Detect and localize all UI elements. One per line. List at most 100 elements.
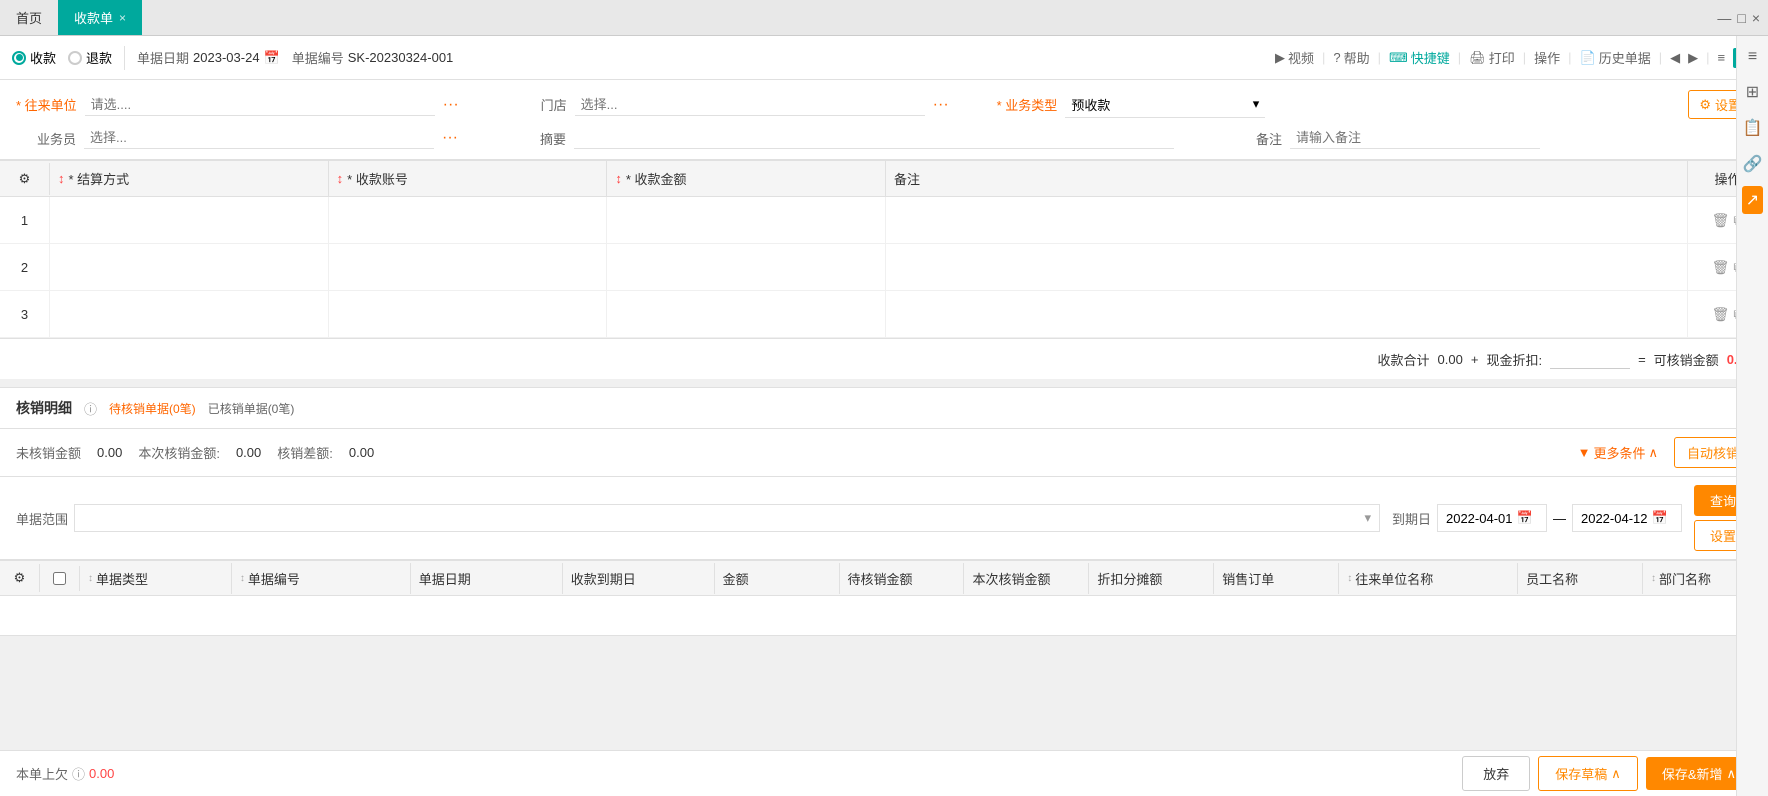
toolbar-actions: ▶ 视频 | ? 帮助 | ⌨ 快捷键 | 🖨 打印 | 操作 | 📄 历史单据… xyxy=(1275,48,1756,68)
operations-action[interactable]: 操作 xyxy=(1534,48,1560,67)
biz-type-label: * 业务类型 xyxy=(997,95,1058,114)
help-action[interactable]: ? 帮助 xyxy=(1333,48,1369,67)
row-3-delete-icon[interactable]: 🗑 xyxy=(1712,306,1730,323)
biz-type-value: 预收款 xyxy=(1071,95,1110,114)
date-field: 单据日期 2023-03-24 📅 xyxy=(137,48,280,67)
tab-bar-actions: — □ × xyxy=(1717,10,1768,26)
history-label: 历史单据 xyxy=(1599,48,1651,67)
store-label: 门店 xyxy=(507,95,567,114)
date-value: 2023-03-24 xyxy=(193,50,260,65)
filter-row: 单据范围 ▾ 到期日 2022-04-01 📅 — 2022-04-12 📅 xyxy=(0,477,1768,560)
shortcut-label: 快捷键 xyxy=(1411,48,1450,67)
abandon-button[interactable]: 放弃 xyxy=(1462,756,1530,791)
sidebar-icon-3[interactable]: 📋 xyxy=(1739,114,1767,142)
prev-action[interactable]: ◀ xyxy=(1670,50,1680,66)
row-3-account[interactable] xyxy=(329,291,608,337)
row-1-amount[interactable] xyxy=(607,197,886,243)
page-footer: 本单上欠 ⓘ 0.00 放弃 保存草稿 ∧ 保存&新增 ∧ xyxy=(0,750,1768,796)
store-more-icon[interactable]: ··· xyxy=(933,96,949,114)
bth-gear[interactable]: ⚙ xyxy=(0,564,40,592)
right-sidebar: ≡ ⊞ 📋 🔗 ↗ xyxy=(1736,36,1768,796)
row-1-settle[interactable] xyxy=(50,197,329,243)
bth-check[interactable] xyxy=(40,566,80,591)
print-action[interactable]: 🖨 打印 xyxy=(1469,48,1515,67)
form-area: * 往来单位 ··· 门店 ··· * 业务类型 预收款 ▾ ⚙ 设置 业务员 … xyxy=(0,80,1768,160)
col-this-label: 本次核销金额 xyxy=(972,569,1050,588)
diff-value: 0.00 xyxy=(349,445,374,460)
store-input[interactable] xyxy=(575,94,925,116)
filter-icon: ▼ xyxy=(1578,445,1591,460)
bth-duedate: 收款到期日 xyxy=(563,563,715,594)
row-1-delete-icon[interactable]: 🗑 xyxy=(1712,212,1730,229)
unit-input[interactable] xyxy=(85,94,435,116)
more-conditions-btn[interactable]: ▼ 更多条件 ∧ xyxy=(1578,443,1658,462)
receipt-radio-inner xyxy=(16,54,23,61)
abstract-input[interactable] xyxy=(574,127,1174,149)
help-icon: ? xyxy=(1333,50,1340,65)
refund-radio[interactable]: 退款 xyxy=(68,48,112,67)
sidebar-icon-4[interactable]: 🔗 xyxy=(1739,150,1767,178)
discount-input[interactable] xyxy=(1550,349,1630,369)
col-remark-label: 备注 xyxy=(894,169,920,188)
date-to-input[interactable]: 2022-04-12 📅 xyxy=(1572,504,1682,532)
receipt-radio[interactable]: 收款 xyxy=(12,48,56,67)
col-emp-label: 员工名称 xyxy=(1526,569,1578,588)
save-draft-button[interactable]: 保存草稿 ∧ xyxy=(1538,756,1638,791)
staff-more-icon[interactable]: ··· xyxy=(442,129,458,147)
range-select[interactable]: ▾ xyxy=(74,504,1380,532)
gear-icon: ⚙ xyxy=(1699,97,1711,113)
th-settle: ↕ * 结算方式 xyxy=(50,161,329,196)
writeoff-done-tab[interactable]: 已核销单据(0笔) xyxy=(208,400,295,417)
range-chevron-icon: ▾ xyxy=(1364,510,1371,526)
row-3-remark[interactable] xyxy=(886,291,1688,337)
row-2-delete-icon[interactable]: 🗑 xyxy=(1712,259,1730,276)
row-1-no: 1 xyxy=(0,197,50,243)
sidebar-icon-5[interactable]: ↗ xyxy=(1742,186,1763,214)
save-draft-label: 保存草稿 xyxy=(1555,764,1607,783)
writeoff-settings-label: 设置 xyxy=(1710,529,1736,544)
more-conditions-label: 更多条件 xyxy=(1593,443,1645,462)
row-2-amount[interactable] xyxy=(607,244,886,290)
print-label: 打印 xyxy=(1489,48,1515,67)
table-header: ⚙ ↕ * 结算方式 ↕ * 收款账号 ↕ * 收款金额 备注 操作 xyxy=(0,160,1768,197)
tab-receipt[interactable]: 收款单 × xyxy=(58,0,142,35)
footer-info: 本单上欠 ⓘ 0.00 xyxy=(16,764,114,783)
this-value: 0.00 xyxy=(236,445,261,460)
row-2-settle[interactable] xyxy=(50,244,329,290)
calendar-icon[interactable]: 📅 xyxy=(264,50,280,66)
table-row: 3 🗑 ⧉ xyxy=(0,291,1768,338)
row-3-amount[interactable] xyxy=(607,291,886,337)
list-view-action[interactable]: ≡ xyxy=(1718,50,1726,65)
writeoff-pending-tab[interactable]: 待核销单据(0笔) xyxy=(109,400,196,417)
row-1-account[interactable] xyxy=(329,197,608,243)
tab-close-icon[interactable]: × xyxy=(119,11,126,25)
unit-more-icon[interactable]: ··· xyxy=(443,96,459,114)
sidebar-icon-2[interactable]: ⊞ xyxy=(1742,78,1763,106)
col-due-label: 收款到期日 xyxy=(571,569,636,588)
bth-order: 销售订单 xyxy=(1214,563,1339,594)
row-1-remark[interactable] xyxy=(886,197,1688,243)
receipt-radio-dot xyxy=(12,51,26,65)
biz-type-select[interactable]: 预收款 ▾ xyxy=(1065,92,1265,118)
sidebar-icon-1[interactable]: ≡ xyxy=(1744,44,1761,70)
window-minimize-icon[interactable]: — xyxy=(1717,10,1731,26)
window-maximize-icon[interactable]: □ xyxy=(1737,10,1745,26)
row-2-account[interactable] xyxy=(329,244,608,290)
shortcut-action[interactable]: ⌨ 快捷键 xyxy=(1389,48,1450,67)
staff-label: 业务员 xyxy=(16,129,76,148)
next-action[interactable]: ▶ xyxy=(1688,50,1698,66)
video-action[interactable]: ▶ 视频 xyxy=(1275,48,1314,67)
row-2-remark[interactable] xyxy=(886,244,1688,290)
col-pending-label: 待核销金额 xyxy=(848,569,913,588)
date-from-input[interactable]: 2022-04-01 📅 xyxy=(1437,504,1547,532)
abandon-label: 放弃 xyxy=(1483,767,1509,782)
due-label: 到期日 xyxy=(1392,509,1431,528)
select-all-checkbox[interactable] xyxy=(53,572,66,585)
history-action[interactable]: 📄 历史单据 xyxy=(1580,48,1651,67)
tab-home[interactable]: 首页 xyxy=(0,0,58,35)
window-close-icon[interactable]: × xyxy=(1752,10,1760,26)
th-settings[interactable]: ⚙ xyxy=(0,163,50,195)
row-3-settle[interactable] xyxy=(50,291,329,337)
staff-input[interactable] xyxy=(84,127,434,149)
note-input[interactable] xyxy=(1290,127,1540,149)
